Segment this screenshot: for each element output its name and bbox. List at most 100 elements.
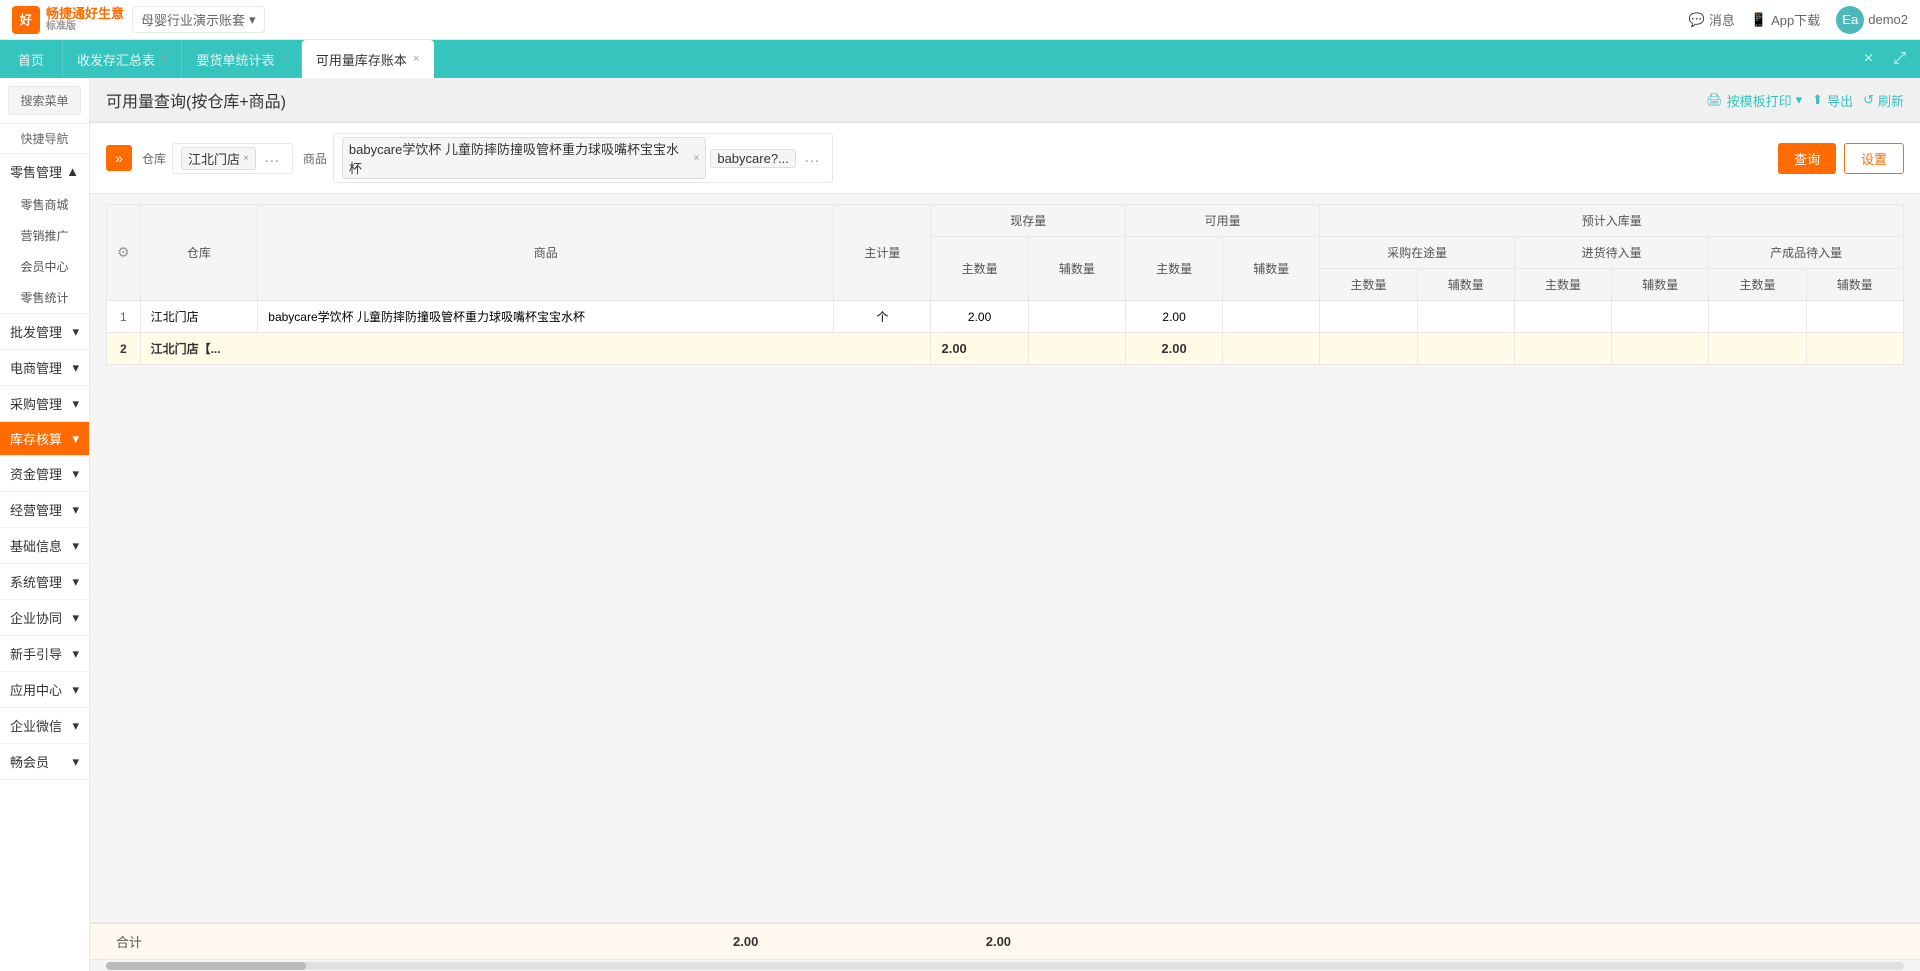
product-filter-more-icon[interactable]: … xyxy=(800,149,824,167)
sidebar-group-purchase-label: 采购管理 xyxy=(10,394,62,413)
sidebar-group-app-center-label: 应用中心 xyxy=(10,680,62,699)
warehouse-tag-close-icon[interactable]: × xyxy=(243,153,249,164)
user-menu[interactable]: Ea demo2 xyxy=(1836,6,1908,34)
product-filter-container[interactable]: babycare学饮杯 儿童防摔防撞吸管杯重力球吸嘴杯宝宝水杯 × babyca… xyxy=(333,133,833,183)
sidebar-item-retail-stats[interactable]: 零售统计 xyxy=(0,282,89,313)
sidebar-group-enterprise-wechat-header[interactable]: 企业微信 ▾ xyxy=(0,708,89,743)
sidebar-group-enterprise-collab-label: 企业协同 xyxy=(10,608,62,627)
app-download-btn[interactable]: 📱 App下载 xyxy=(1751,10,1820,29)
sidebar-group-operations-label: 经营管理 xyxy=(10,500,62,519)
sidebar-group-enterprise-wechat: 企业微信 ▾ xyxy=(0,708,89,744)
msg-btn[interactable]: 💬 消息 xyxy=(1689,10,1735,29)
close-all-tabs-icon[interactable]: × xyxy=(1858,48,1879,70)
avatar-initials: Ea xyxy=(1842,12,1858,27)
warehouse-tag: 江北门店 × xyxy=(181,147,256,170)
logo-icon: 好 xyxy=(12,6,40,34)
username-label: demo2 xyxy=(1868,12,1908,27)
order-stats-tab-label: 要货单统计表 xyxy=(196,50,274,69)
chevron-up-icon: ▲ xyxy=(66,164,79,179)
sidebar-item-member-center[interactable]: 会员中心 xyxy=(0,251,89,282)
scroll-bar-thumb[interactable] xyxy=(106,962,306,970)
tab-receive-summary[interactable]: 收发存汇总表 × xyxy=(63,40,182,78)
sidebar-group-system: 系统管理 ▾ xyxy=(0,564,89,600)
sidebar-group-enterprise-collab-header[interactable]: 企业协同 ▾ xyxy=(0,600,89,635)
logo-main-text: 畅捷通好生意 xyxy=(46,6,124,22)
th-goods-pending-main: 主数量 xyxy=(1514,269,1611,301)
sidebar-group-enterprise-collab: 企业协同 ▾ xyxy=(0,600,89,636)
sidebar-group-app-center-header[interactable]: 应用中心 ▾ xyxy=(0,672,89,707)
sidebar-group-wholesale-label: 批发管理 xyxy=(10,322,62,341)
subtotal-label: 江北门店【... xyxy=(140,333,931,365)
industry-selector[interactable]: 母婴行业演示账套 ▾ xyxy=(132,6,265,33)
sidebar-group-system-label: 系统管理 xyxy=(10,572,62,591)
sidebar-group-finance-header[interactable]: 资金管理 ▾ xyxy=(0,456,89,491)
gear-icon[interactable]: ⚙ xyxy=(117,244,130,260)
sidebar-group-ecommerce: 电商管理 ▾ xyxy=(0,350,89,386)
chevron-down-icon-print: ▾ xyxy=(1796,92,1803,108)
refresh-icon: ↺ xyxy=(1863,92,1874,108)
chevron-down-icon12: ▾ xyxy=(72,682,79,698)
subtotal-goods-pending-main xyxy=(1514,333,1611,365)
refresh-btn[interactable]: ↺ 刷新 xyxy=(1863,91,1904,110)
table-footer: 合计 2.00 2.00 xyxy=(90,922,1920,959)
available-ledger-tab-label: 可用量库存账本 xyxy=(316,50,407,69)
tab-order-stats[interactable]: 要货单统计表 × xyxy=(182,40,301,78)
sidebar-group-member: 畅会员 ▾ xyxy=(0,744,89,780)
close-order-stats-tab-icon[interactable]: × xyxy=(280,53,286,65)
close-available-ledger-tab-icon[interactable]: × xyxy=(413,53,419,65)
printer-icon: 🖨 xyxy=(1706,92,1723,108)
export-label: 导出 xyxy=(1827,91,1853,110)
sidebar-item-online-store[interactable]: 零售商城 xyxy=(0,189,89,220)
sidebar-item-quick-nav[interactable]: 快捷导航 xyxy=(0,124,89,154)
sidebar-group-purchase-header[interactable]: 采购管理 ▾ xyxy=(0,386,89,421)
sidebar-group-system-header[interactable]: 系统管理 ▾ xyxy=(0,564,89,599)
th-goods-pending-group: 进货待入量 xyxy=(1514,237,1708,269)
warehouse-filter-group: 仓库 江北门店 × … xyxy=(142,143,293,174)
row-available-aux xyxy=(1223,301,1320,333)
export-btn[interactable]: ⬆ 导出 xyxy=(1812,91,1853,110)
expand-tabs-icon[interactable]: ⤢ xyxy=(1887,48,1912,70)
app-download-label: App下载 xyxy=(1771,10,1820,29)
sidebar-group-operations-header[interactable]: 经营管理 ▾ xyxy=(0,492,89,527)
row-production-pending-main xyxy=(1709,301,1806,333)
th-production-pending-main: 主数量 xyxy=(1709,269,1806,301)
th-unit: 主计量 xyxy=(834,205,931,301)
sidebar-group-guide: 新手引导 ▾ xyxy=(0,636,89,672)
sidebar-group-guide-label: 新手引导 xyxy=(10,644,62,663)
th-planned-inbound-group: 预计入库量 xyxy=(1320,205,1904,237)
subtotal-available-main: 2.00 xyxy=(1125,333,1222,365)
sidebar-group-basic-header[interactable]: 基础信息 ▾ xyxy=(0,528,89,563)
sidebar-group-wholesale-header[interactable]: 批发管理 ▾ xyxy=(0,314,89,349)
tab-home[interactable]: 首页 xyxy=(0,40,63,78)
subtotal-current-aux xyxy=(1028,333,1125,365)
sidebar-group-retail-header[interactable]: 零售管理 ▲ xyxy=(0,154,89,189)
product-tag-0-close-icon[interactable]: × xyxy=(694,153,700,164)
th-purchase-transit-main: 主数量 xyxy=(1320,269,1417,301)
sidebar-search-button[interactable]: 搜索菜单 xyxy=(8,86,81,115)
sidebar-group-ecommerce-header[interactable]: 电商管理 ▾ xyxy=(0,350,89,385)
avatar: Ea xyxy=(1836,6,1864,34)
th-goods-pending-aux: 辅数量 xyxy=(1612,269,1709,301)
th-product: 商品 xyxy=(258,205,834,301)
subtotal-purchase-transit-aux xyxy=(1417,333,1514,365)
footer-values: 2.00 2.00 xyxy=(156,934,1904,949)
sidebar-group-retail-label: 零售管理 xyxy=(10,162,62,181)
sidebar-group-member-header[interactable]: 畅会员 ▾ xyxy=(0,744,89,779)
tab-available-ledger[interactable]: 可用量库存账本 × xyxy=(302,40,434,78)
close-receive-summary-tab-icon[interactable]: × xyxy=(161,53,167,65)
sidebar-item-marketing[interactable]: 营销推广 xyxy=(0,220,89,251)
row-seq: 1 xyxy=(107,301,141,333)
scroll-bar-track xyxy=(106,962,1904,970)
sidebar-group-guide-header[interactable]: 新手引导 ▾ xyxy=(0,636,89,671)
settings-button[interactable]: 设置 xyxy=(1844,143,1904,174)
sidebar-group-inventory-header[interactable]: 库存核算 ▾ xyxy=(0,422,89,455)
query-button[interactable]: 查询 xyxy=(1778,143,1836,174)
warehouse-filter-label: 仓库 xyxy=(142,150,166,167)
receive-summary-tab-label: 收发存汇总表 xyxy=(77,50,155,69)
logo-text: 畅捷通好生意 标准版 xyxy=(46,6,124,34)
filter-expand-button[interactable]: » xyxy=(106,145,132,171)
warehouse-filter-more-icon[interactable]: … xyxy=(260,149,284,167)
warehouse-filter-container[interactable]: 江北门店 × … xyxy=(172,143,293,174)
subtotal-goods-pending-aux xyxy=(1612,333,1709,365)
print-btn[interactable]: 🖨 按模板打印 ▾ xyxy=(1706,91,1802,110)
